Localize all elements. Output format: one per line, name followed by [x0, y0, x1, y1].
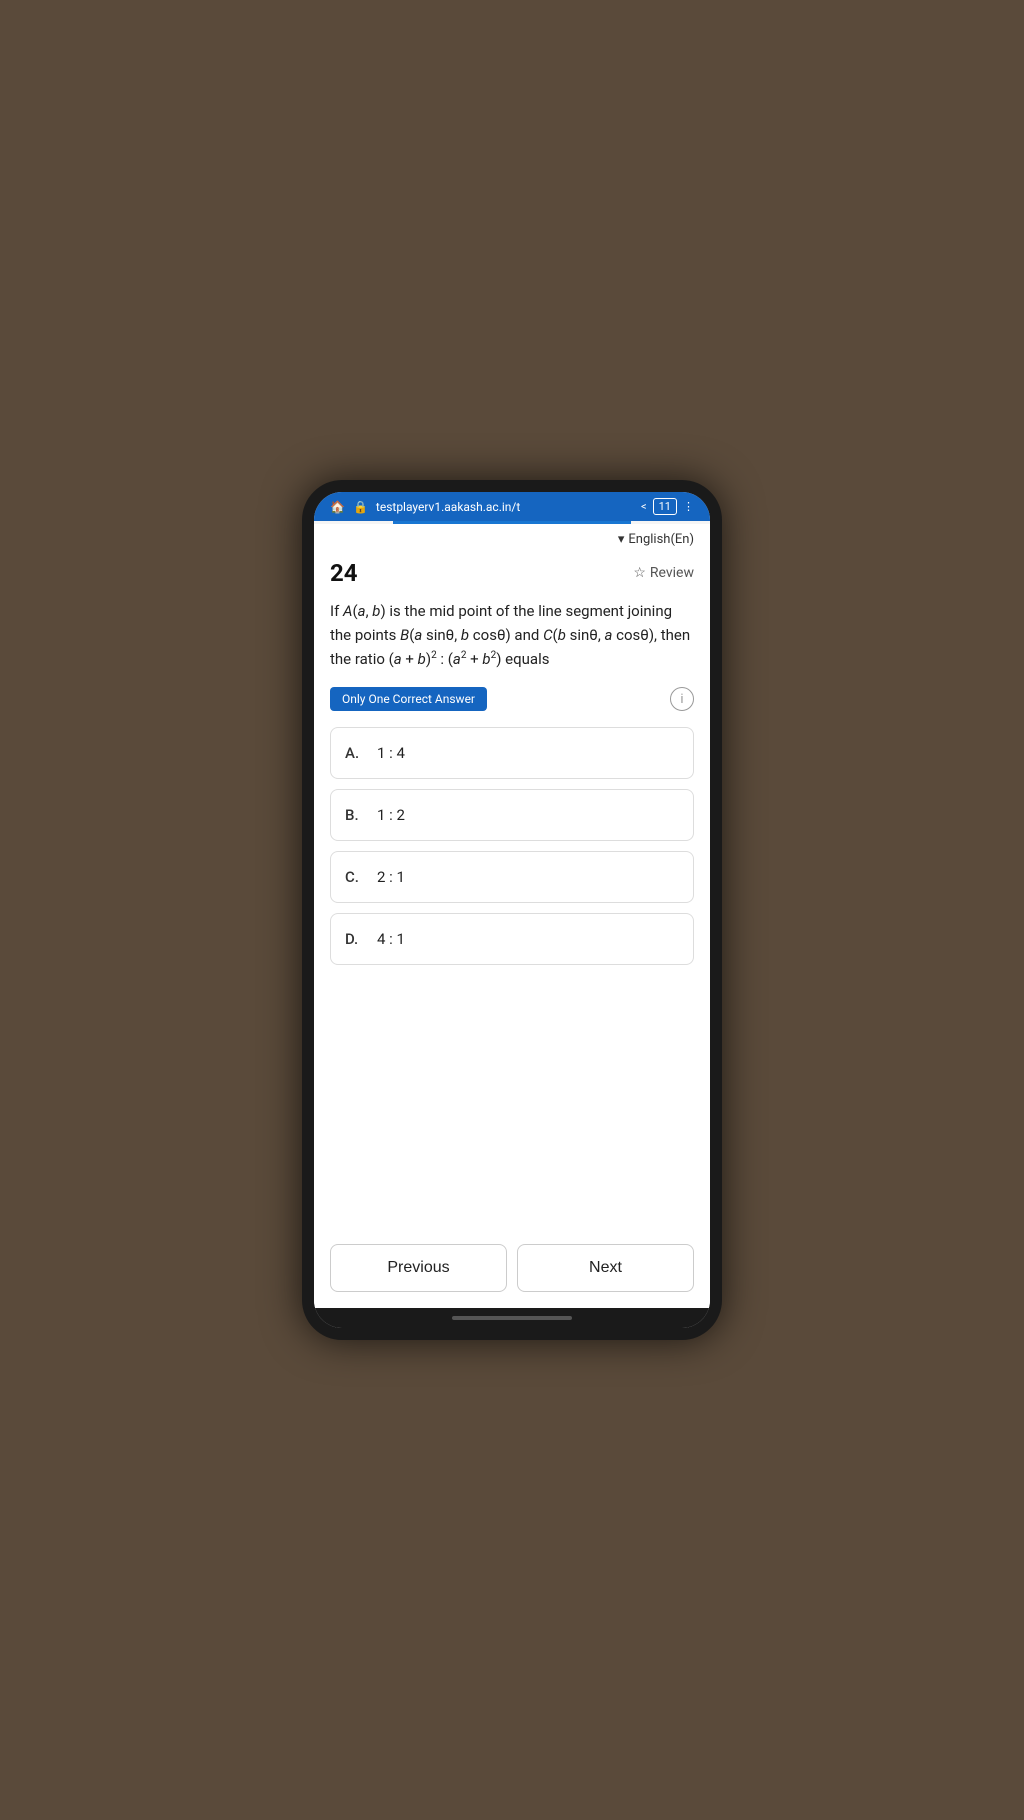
home-indicator: [314, 1308, 710, 1328]
language-label: English(En): [628, 532, 694, 547]
lock-icon: 🔒: [353, 500, 368, 514]
home-icon[interactable]: 🏠: [330, 500, 345, 514]
phone-screen: 🏠 🔒 testplayerv1.aakash.ac.in/t < 11 ⋮ ▾…: [314, 492, 710, 1328]
status-bar: 🏠 🔒 testplayerv1.aakash.ac.in/t < 11 ⋮: [314, 492, 710, 521]
question-header: 24 ☆ Review: [314, 551, 710, 591]
home-bar: [452, 1316, 572, 1320]
review-label: Review: [650, 565, 694, 581]
option-c-value: 2 : 1: [377, 868, 405, 886]
previous-button[interactable]: Previous: [330, 1244, 507, 1292]
option-a-label: A.: [345, 744, 365, 762]
question-number: 24: [330, 559, 358, 587]
nav-buttons: Previous Next: [314, 1228, 710, 1308]
phone-frame: 🏠 🔒 testplayerv1.aakash.ac.in/t < 11 ⋮ ▾…: [302, 480, 722, 1340]
option-a[interactable]: A. 1 : 4: [330, 727, 694, 779]
more-icon[interactable]: ⋮: [683, 500, 694, 513]
answer-type-row: Only One Correct Answer i: [314, 683, 710, 719]
option-d-value: 4 : 1: [377, 930, 405, 948]
star-icon: ☆: [633, 565, 646, 581]
share-icon[interactable]: <: [641, 500, 647, 513]
review-button[interactable]: ☆ Review: [633, 565, 694, 581]
option-d[interactable]: D. 4 : 1: [330, 913, 694, 965]
url-display: testplayerv1.aakash.ac.in/t: [376, 500, 520, 514]
language-selector[interactable]: ▾ English(En): [618, 532, 694, 547]
info-icon[interactable]: i: [670, 687, 694, 711]
option-d-label: D.: [345, 930, 365, 948]
chevron-down-icon: ▾: [618, 532, 625, 547]
question-text: If A(a, b) is the mid point of the line …: [314, 591, 710, 683]
answer-type-badge: Only One Correct Answer: [330, 687, 487, 711]
tab-count[interactable]: 11: [653, 498, 677, 515]
next-button[interactable]: Next: [517, 1244, 694, 1292]
option-b-label: B.: [345, 806, 365, 824]
status-bar-left: 🏠 🔒 testplayerv1.aakash.ac.in/t: [330, 500, 520, 514]
options-container: A. 1 : 4 B. 1 : 2 C. 2 : 1 D. 4 : 1: [314, 719, 710, 973]
option-a-value: 1 : 4: [377, 744, 405, 762]
language-bar: ▾ English(En): [314, 524, 710, 551]
option-b-value: 1 : 2: [377, 806, 405, 824]
content-area: ▾ English(En) 24 ☆ Review If A(a, b) is …: [314, 524, 710, 1308]
option-b[interactable]: B. 1 : 2: [330, 789, 694, 841]
option-c[interactable]: C. 2 : 1: [330, 851, 694, 903]
option-c-label: C.: [345, 868, 365, 886]
status-bar-right: < 11 ⋮: [641, 498, 694, 515]
